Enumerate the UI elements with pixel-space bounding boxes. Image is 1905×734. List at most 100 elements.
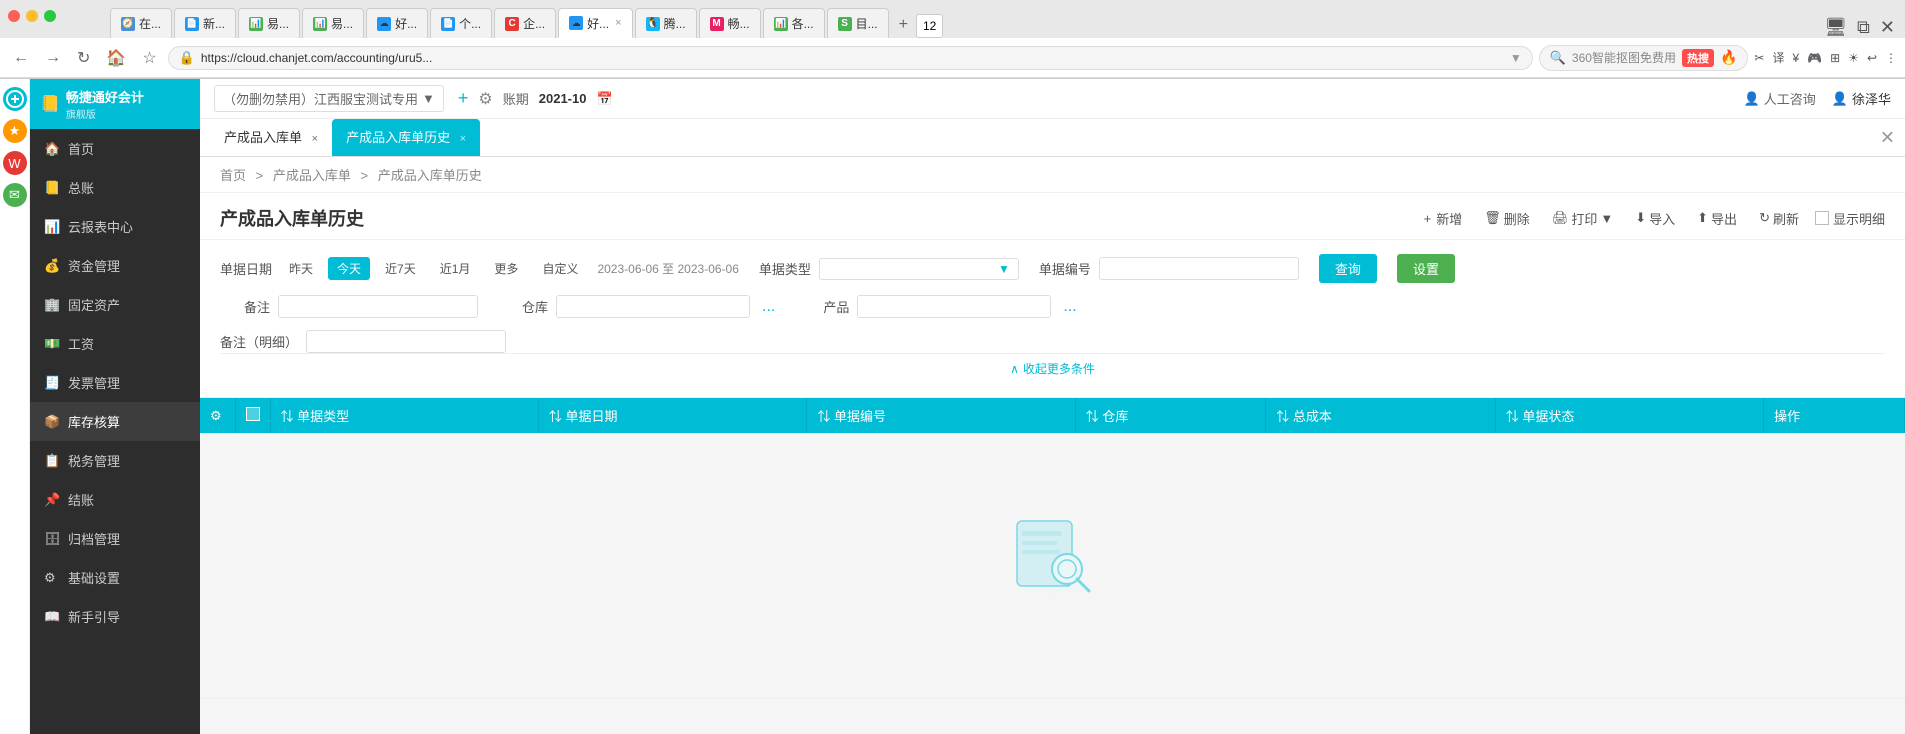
tab-3[interactable]: 📊 易... xyxy=(238,8,300,38)
remarks-input[interactable] xyxy=(278,295,478,318)
date-chip-custom[interactable]: 自定义 xyxy=(533,257,587,280)
search-button[interactable]: 查询 xyxy=(1319,254,1377,283)
forward-btn[interactable]: → xyxy=(40,47,66,69)
star-icon[interactable]: ★ xyxy=(3,119,27,143)
grid-icon[interactable]: ⊞ xyxy=(1830,51,1840,65)
tab-8-close[interactable]: × xyxy=(615,17,621,29)
refresh-btn[interactable]: ↻ xyxy=(72,46,95,70)
product-input[interactable] xyxy=(857,295,1051,318)
tab-5[interactable]: ☁ 好... xyxy=(366,8,428,38)
th-total-cost[interactable]: ⇅ 总成本 xyxy=(1266,398,1495,433)
translate-icon[interactable]: 译 xyxy=(1772,49,1784,66)
number-input[interactable] xyxy=(1099,257,1299,280)
date-chip-today[interactable]: 今天 xyxy=(328,257,370,280)
settings-button[interactable]: 设置 xyxy=(1397,254,1455,283)
game-icon[interactable]: 🎮 xyxy=(1807,51,1822,65)
product-ellipsis-btn[interactable]: ... xyxy=(1059,298,1080,316)
panel-close-btn[interactable]: ✕ xyxy=(1880,128,1895,149)
sidebar-item-ledger[interactable]: 📒 总账 xyxy=(30,168,200,207)
window-minimize-btn[interactable] xyxy=(26,10,38,22)
breadcrumb-list[interactable]: 产成品入库单 xyxy=(273,168,351,183)
restore-window-icon[interactable]: ⧉ xyxy=(1857,17,1870,38)
bookmark-btn[interactable]: ☆ xyxy=(137,46,161,70)
brightness-icon[interactable]: ☀ xyxy=(1848,51,1859,65)
print-btn[interactable]: 🖨 打印 ▼ xyxy=(1546,206,1619,231)
user-avatar[interactable]: 👤 徐泽华 xyxy=(1832,89,1891,108)
export-btn[interactable]: ⬆ 导出 xyxy=(1691,206,1743,231)
th-warehouse[interactable]: ⇅ 仓库 xyxy=(1075,398,1266,433)
th-settings[interactable]: ⚙ xyxy=(200,398,235,433)
tab-2[interactable]: 📄 新... xyxy=(174,8,236,38)
th-status[interactable]: ⇅ 单据状态 xyxy=(1495,398,1763,433)
new-window-icon[interactable]: 🖥 xyxy=(1824,17,1847,38)
refresh-btn-page[interactable]: ↻ 刷新 xyxy=(1753,206,1805,231)
company-selector[interactable]: （勿删勿禁用）江西服宝测试专用 ▼ xyxy=(214,85,444,112)
sidebar-item-home[interactable]: 🏠 首页 xyxy=(30,129,200,168)
th-checkbox[interactable] xyxy=(235,398,270,433)
type-select[interactable]: ▼ xyxy=(819,258,1019,280)
sidebar-item-archive[interactable]: 🗄 归档管理 xyxy=(30,519,200,558)
sidebar-item-settings[interactable]: ⚙ 基础设置 xyxy=(30,558,200,597)
date-chip-7days[interactable]: 近7天 xyxy=(376,257,425,280)
tab-1[interactable]: 🧭 在... xyxy=(110,8,172,38)
tab-11[interactable]: 📊 各... xyxy=(763,8,825,38)
calendar-icon[interactable]: 📅 xyxy=(596,91,612,107)
tab-9[interactable]: 🐧 腾... xyxy=(635,8,697,38)
show-columns-checkbox[interactable] xyxy=(1815,211,1829,225)
scissors-icon[interactable]: ✂ xyxy=(1754,51,1764,65)
page-tab-history[interactable]: 产成品入库单历史 × xyxy=(332,119,480,156)
window-close-btn[interactable] xyxy=(8,10,20,22)
warehouse-ellipsis-btn[interactable]: ... xyxy=(758,298,779,316)
page-tab-list-close[interactable]: × xyxy=(312,133,318,145)
sidebar-item-closing[interactable]: 📌 结账 xyxy=(30,480,200,519)
sidebar-item-tax[interactable]: 📋 税务管理 xyxy=(30,441,200,480)
window-maximize-btn[interactable] xyxy=(44,10,56,22)
breadcrumb-home[interactable]: 首页 xyxy=(220,168,246,183)
date-chip-yesterday[interactable]: 昨天 xyxy=(280,257,322,280)
show-columns-toggle[interactable]: 显示明细 xyxy=(1815,209,1885,228)
sidebar-item-inventory[interactable]: 📦 库存核算 xyxy=(30,402,200,441)
sidebar-item-reports[interactable]: 📊 云报表中心 xyxy=(30,207,200,246)
th-date[interactable]: ⇅ 单据日期 xyxy=(538,398,806,433)
tab-count-badge[interactable]: 12 xyxy=(916,14,943,38)
add-company-btn[interactable]: + xyxy=(458,88,469,109)
sidebar-item-assets[interactable]: 🏢 固定资产 xyxy=(30,285,200,324)
remarks-detail-input[interactable] xyxy=(306,330,506,353)
mail-icon[interactable]: ✉ xyxy=(3,183,27,207)
company-settings-icon[interactable]: ⚙ xyxy=(478,89,492,109)
tab-10[interactable]: M 畅... xyxy=(699,8,761,38)
delete-btn[interactable]: 🗑 删除 xyxy=(1478,206,1536,231)
import-btn[interactable]: ⬇ 导入 xyxy=(1629,206,1681,231)
back-btn[interactable]: ← xyxy=(8,47,34,69)
address-bar[interactable]: 🔒 https://cloud.chanjet.com/accounting/u… xyxy=(168,46,1533,70)
customer-service-btn[interactable]: 👤 人工咨询 xyxy=(1744,89,1816,108)
sidebar-item-funds[interactable]: 💰 资金管理 xyxy=(30,246,200,285)
tab-12[interactable]: S 目... xyxy=(827,8,889,38)
new-tab-btn[interactable]: + xyxy=(891,12,916,38)
th-type[interactable]: ⇅ 单据类型 xyxy=(270,398,538,433)
yuan-icon[interactable]: ¥ xyxy=(1792,51,1799,65)
date-chip-more[interactable]: 更多 xyxy=(485,257,527,280)
tab-8[interactable]: ☁ 好... × xyxy=(558,8,632,38)
tab-6[interactable]: 📄 个... xyxy=(430,8,492,38)
th-number[interactable]: ⇅ 单据编号 xyxy=(807,398,1075,433)
collapse-bar[interactable]: ∧ 收起更多条件 xyxy=(220,353,1885,383)
social-icon[interactable]: W xyxy=(3,151,27,175)
page-tab-history-close[interactable]: × xyxy=(460,133,466,145)
warehouse-input[interactable] xyxy=(556,295,750,318)
new-btn[interactable]: + 新增 xyxy=(1418,206,1469,231)
search-box[interactable]: 🔍 360智能抠图免费用 热搜 🔥 xyxy=(1539,45,1749,71)
date-chip-1month[interactable]: 近1月 xyxy=(431,257,480,280)
window-close-icon[interactable]: ✕ xyxy=(1880,17,1895,38)
sidebar-item-payroll[interactable]: 💵 工资 xyxy=(30,324,200,363)
header-checkbox[interactable] xyxy=(246,407,260,421)
sidebar-item-more[interactable]: 📖 新手引导 xyxy=(30,597,200,636)
app-logo-icon[interactable] xyxy=(3,87,27,111)
sidebar-item-invoice[interactable]: 🧾 发票管理 xyxy=(30,363,200,402)
page-tab-list[interactable]: 产成品入库单 × xyxy=(210,119,332,156)
home-btn[interactable]: 🏠 xyxy=(101,46,131,70)
tab-7[interactable]: C 企... xyxy=(494,8,556,38)
tab-4[interactable]: 📊 易... xyxy=(302,8,364,38)
more-icon[interactable]: ⋮ xyxy=(1885,51,1897,65)
undo-icon[interactable]: ↩ xyxy=(1867,51,1877,65)
